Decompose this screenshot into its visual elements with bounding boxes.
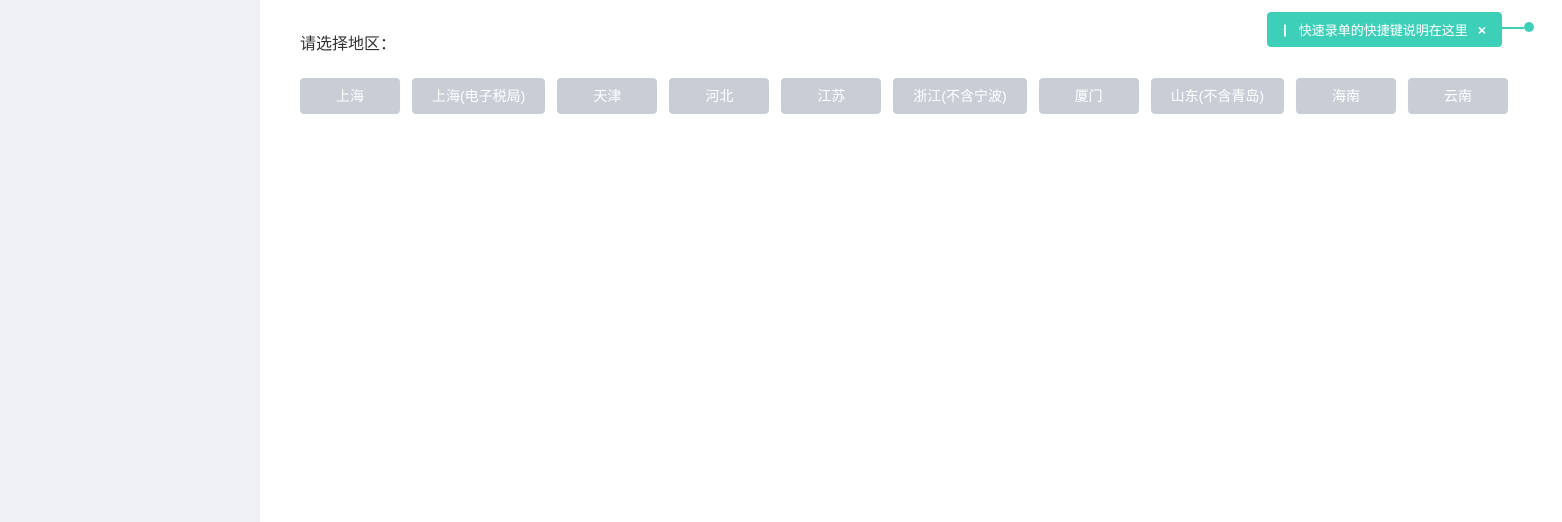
tooltip-text: 快速录单的快捷键说明在这里 — [1299, 20, 1468, 39]
region-btn-zhejiang[interactable]: 浙江(不含宁波) — [893, 78, 1026, 114]
region-btn-xiamen[interactable]: 厦门 — [1039, 78, 1139, 114]
tooltip-dot-indicator — [1524, 22, 1534, 32]
region-buttons-container: 上海上海(电子税局) 天津河北江苏浙江(不含宁波) 厦门山东(不含青岛) 海南云南 — [300, 78, 1522, 114]
tooltip-close-button[interactable]: × — [1478, 23, 1486, 37]
region-btn-hainan[interactable]: 海南 — [1296, 78, 1396, 114]
tooltip-connector-line — [1500, 27, 1524, 29]
region-btn-shanghai[interactable]: 上海 — [300, 78, 400, 114]
tooltip-banner: 快速录单的快捷键说明在这里 × — [1267, 12, 1502, 47]
region-btn-shanghai-etax[interactable]: 上海(电子税局) — [412, 78, 545, 114]
main-content: 请选择地区： 上海上海(电子税局)天津河北江苏浙江(不含宁波)厦门山东(不含青岛… — [260, 0, 1562, 522]
region-btn-jiangsu[interactable]: 江苏 — [781, 78, 881, 114]
region-btn-tianjin[interactable]: 天津 — [557, 78, 657, 114]
region-btn-hebei[interactable]: 河北 — [669, 78, 769, 114]
region-btn-yunnan[interactable]: 云南 — [1408, 78, 1508, 114]
left-sidebar — [0, 0, 260, 522]
region-btn-shandong[interactable]: 山东(不含青岛) — [1151, 78, 1284, 114]
